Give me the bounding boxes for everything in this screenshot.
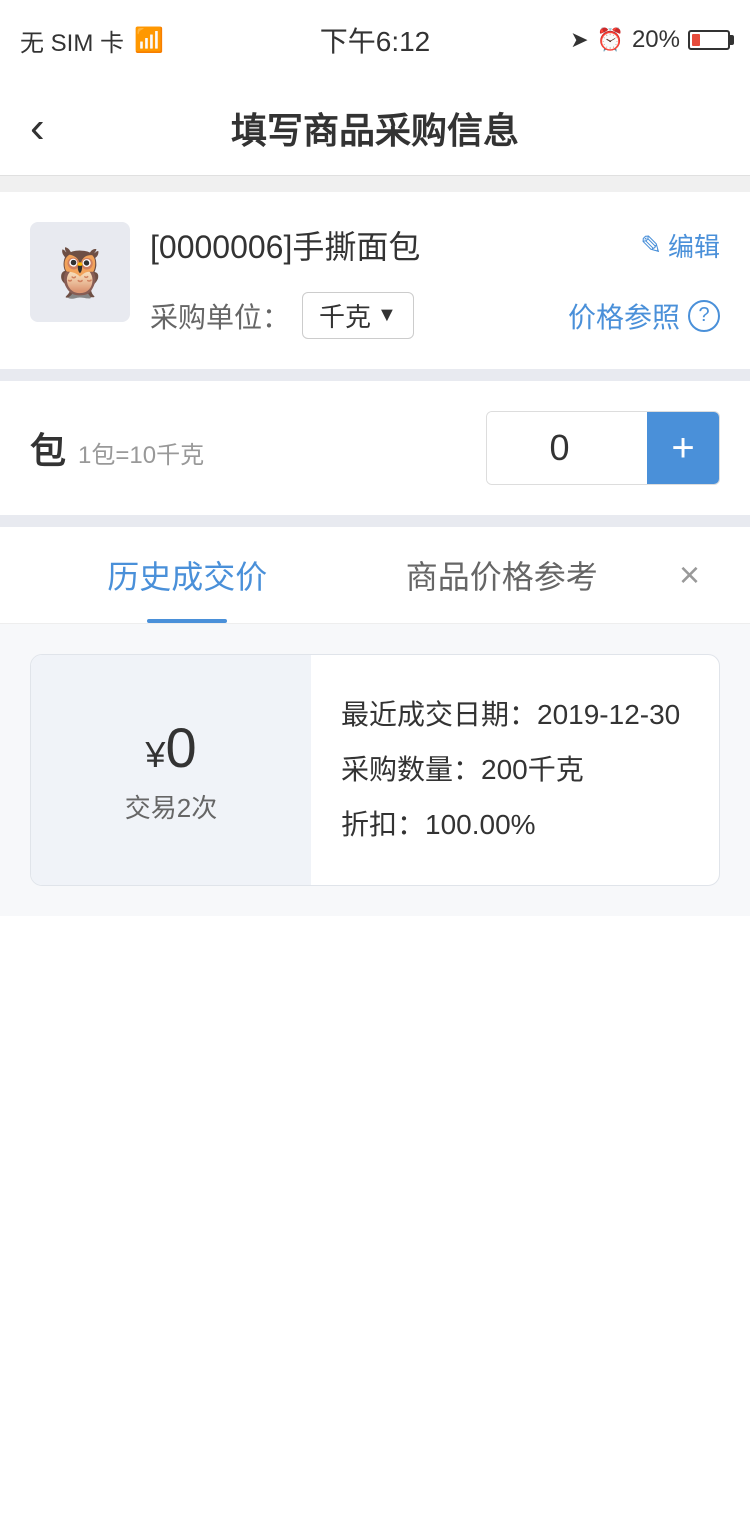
currency-symbol: ¥ (145, 734, 165, 775)
quantity-row: 包 1包=10千克 + (0, 381, 750, 515)
tab2-label: 商品价格参考 (406, 552, 598, 598)
price-card-area: ¥0 交易2次 最近成交日期：2019-12-30 采购数量：200千克 折扣：… (0, 624, 750, 916)
tab-product-price-ref[interactable]: 商品价格参考 (344, 527, 658, 623)
discount-row: 折扣：100.00% (341, 805, 689, 844)
tab1-label: 历史成交价 (107, 552, 267, 598)
help-icon: ? (688, 300, 720, 332)
battery-percent: 20% (632, 26, 680, 54)
product-owl-icon: 🦉 (50, 244, 110, 301)
wifi-icon: 📶 (134, 26, 164, 55)
purchase-qty-label: 采购数量： (341, 754, 481, 785)
price-ref-label: 价格参照 (568, 296, 680, 336)
price-number: 0 (165, 716, 196, 779)
edit-icon: ✎ (640, 230, 662, 261)
tab-close-button[interactable]: × (659, 534, 720, 616)
purchase-row: 采购单位： 千克 ▼ 价格参照 ? (150, 292, 720, 339)
purchase-qty-value: 200千克 (481, 754, 584, 785)
tab-history-price[interactable]: 历史成交价 (30, 527, 344, 623)
bottom-area (0, 916, 750, 1516)
product-card: 🦉 [0000006]手撕面包 ✎ 编辑 采购单位： 千克 ▼ 价格参照 ? (0, 192, 750, 369)
price-summary: ¥0 交易2次 (31, 655, 311, 885)
separator-2 (0, 515, 750, 527)
recent-date-value: 2019-12-30 (537, 699, 680, 730)
quantity-input[interactable] (487, 412, 647, 484)
tabs-row: 历史成交价 商品价格参考 × (0, 527, 750, 624)
nav-bar: ‹ 填写商品采购信息 (0, 80, 750, 176)
tabs-container: 历史成交价 商品价格参考 × ¥0 交易2次 最近成交日期：2019-12-30… (0, 527, 750, 916)
no-sim-label: 无 SIM 卡 (20, 23, 124, 58)
price-reference-button[interactable]: 价格参照 ? (568, 296, 720, 336)
dropdown-arrow-icon: ▼ (377, 304, 397, 327)
unit-character: 包 (30, 422, 66, 474)
recent-date-label: 最近成交日期： (341, 699, 537, 730)
unit-note: 1包=10千克 (78, 435, 204, 470)
unit-value: 千克 (319, 297, 371, 334)
separator-1 (0, 369, 750, 381)
battery-icon (688, 30, 730, 50)
purchase-unit: 采购单位： 千克 ▼ (150, 292, 414, 339)
product-info: [0000006]手撕面包 ✎ 编辑 采购单位： 千克 ▼ 价格参照 ? (150, 222, 720, 339)
price-card: ¥0 交易2次 最近成交日期：2019-12-30 采购数量：200千克 折扣：… (30, 654, 720, 886)
back-button[interactable]: ‹ (30, 106, 45, 150)
unit-selector[interactable]: 千克 ▼ (302, 292, 414, 339)
quantity-controls: + (486, 411, 720, 485)
product-header: [0000006]手撕面包 ✎ 编辑 (150, 222, 720, 268)
discount-label: 折扣： (341, 809, 425, 840)
tab-active-indicator (147, 619, 227, 623)
status-network: 无 SIM 卡 📶 (20, 23, 164, 58)
edit-button[interactable]: ✎ 编辑 (640, 227, 720, 264)
status-bar: 无 SIM 卡 📶 下午6:12 ➤ ⏰ 20% (0, 0, 750, 80)
purchase-qty-row: 采购数量：200千克 (341, 750, 689, 789)
quantity-plus-button[interactable]: + (647, 412, 719, 484)
unit-label-text: 采购单位： (150, 296, 290, 336)
page-title: 填写商品采购信息 (231, 102, 519, 154)
product-name: [0000006]手撕面包 (150, 222, 420, 268)
price-display: ¥0 (145, 715, 196, 780)
location-icon: ➤ (570, 27, 588, 53)
status-right: ➤ ⏰ 20% (570, 26, 730, 54)
edit-label: 编辑 (668, 227, 720, 264)
price-details: 最近成交日期：2019-12-30 采购数量：200千克 折扣：100.00% (311, 655, 719, 885)
product-thumbnail: 🦉 (30, 222, 130, 322)
discount-value: 100.00% (425, 809, 536, 840)
unit-label: 包 1包=10千克 (30, 422, 204, 474)
status-time: 下午6:12 (320, 20, 431, 60)
trades-count: 交易2次 (125, 788, 217, 825)
recent-date-row: 最近成交日期：2019-12-30 (341, 695, 689, 734)
alarm-icon: ⏰ (597, 27, 624, 53)
